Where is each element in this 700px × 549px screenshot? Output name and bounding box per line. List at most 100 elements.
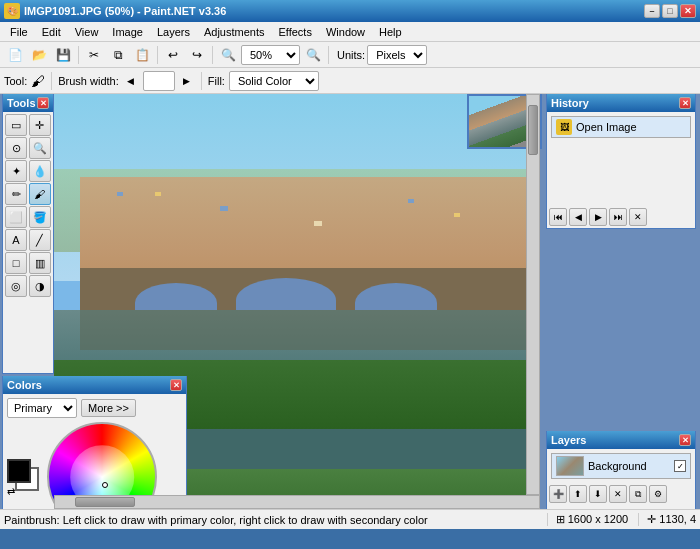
history-nav: ⏮ ◀ ▶ ⏭ ✕	[549, 208, 647, 226]
layers-delete-button[interactable]: ✕	[609, 485, 627, 503]
status-coord-icon: ✛	[647, 513, 656, 525]
history-prev-button[interactable]: ◀	[569, 208, 587, 226]
main-area: Tools ✕ ▭ ✛ ⊙ 🔍 ✦ 💧 ✏ 🖌 ⬜ 🪣 A ╱ □ ▥ ◎ ◑ …	[0, 94, 700, 529]
colors-close-button[interactable]: ✕	[170, 379, 182, 391]
tool-pencil[interactable]: ✏	[5, 183, 27, 205]
layer-thumbnail	[556, 456, 584, 476]
copy-button[interactable]: ⧉	[107, 44, 129, 66]
tool-zoom[interactable]: 🔍	[29, 137, 51, 159]
tools-titlebar[interactable]: Tools ✕	[3, 94, 53, 112]
history-item-icon: 🖼	[556, 119, 572, 135]
tools-title: Tools	[7, 97, 36, 109]
minimize-button[interactable]: –	[644, 4, 660, 18]
history-delete-button[interactable]: ✕	[629, 208, 647, 226]
color-mode-dropdown[interactable]: Primary Secondary	[7, 398, 77, 418]
separator-6	[201, 72, 202, 90]
zoom-out-button[interactable]: 🔍	[217, 44, 239, 66]
status-bar: Paintbrush: Left click to draw with prim…	[0, 509, 700, 529]
layer-visibility-checkbox[interactable]: ✓	[674, 460, 686, 472]
menu-layers[interactable]: Layers	[151, 24, 196, 40]
status-size: ⊞ 1600 x 1200	[547, 513, 629, 526]
vertical-scroll-thumb[interactable]	[528, 105, 538, 155]
tool-select[interactable]: ▭	[5, 114, 27, 136]
history-first-button[interactable]: ⏮	[549, 208, 567, 226]
cut-button[interactable]: ✂	[83, 44, 105, 66]
menu-edit[interactable]: Edit	[36, 24, 67, 40]
history-title: History	[551, 97, 589, 109]
menu-adjustments[interactable]: Adjustments	[198, 24, 271, 40]
tool-shapes[interactable]: □	[5, 252, 27, 274]
menu-image[interactable]: Image	[106, 24, 149, 40]
layers-properties-button[interactable]: ⚙	[649, 485, 667, 503]
separator-4	[328, 46, 329, 64]
separator-1	[78, 46, 79, 64]
layers-content: Background ✓	[547, 449, 695, 483]
tool-label: Tool:	[4, 75, 27, 87]
vertical-scrollbar[interactable]	[526, 94, 540, 495]
horizontal-scroll-thumb[interactable]	[75, 497, 135, 507]
zoom-in-button[interactable]: 🔍	[302, 44, 324, 66]
fill-dropdown[interactable]: Solid Color No Blend Overwrite	[229, 71, 319, 91]
layers-down-button[interactable]: ⬇	[589, 485, 607, 503]
paste-button[interactable]: 📋	[131, 44, 153, 66]
maximize-button[interactable]: □	[662, 4, 678, 18]
separator-3	[212, 46, 213, 64]
tool-lasso[interactable]: ⊙	[5, 137, 27, 159]
horizontal-scrollbar[interactable]	[54, 495, 540, 509]
status-size-value: 1600 x 1200	[568, 513, 629, 525]
tools-close-button[interactable]: ✕	[37, 97, 49, 109]
tool-move[interactable]: ✛	[29, 114, 51, 136]
tool-line[interactable]: ╱	[29, 229, 51, 251]
menu-help[interactable]: Help	[373, 24, 408, 40]
history-item[interactable]: 🖼 Open Image	[551, 116, 691, 138]
layers-duplicate-button[interactable]: ⧉	[629, 485, 647, 503]
zoom-dropdown[interactable]: 50% 100% 200%	[241, 45, 300, 65]
open-button[interactable]: 📂	[28, 44, 50, 66]
brush-size-input[interactable]: 2	[143, 71, 175, 91]
tool-text[interactable]: A	[5, 229, 27, 251]
close-button[interactable]: ✕	[680, 4, 696, 18]
tool-clone[interactable]: ◎	[5, 275, 27, 297]
history-next-button[interactable]: ▶	[589, 208, 607, 226]
tool-recolor[interactable]: ◑	[29, 275, 51, 297]
history-close-button[interactable]: ✕	[679, 97, 691, 109]
menu-file[interactable]: File	[4, 24, 34, 40]
layer-name: Background	[588, 460, 647, 472]
layer-item[interactable]: Background ✓	[551, 453, 691, 479]
layers-up-button[interactable]: ⬆	[569, 485, 587, 503]
tool-eyedropper[interactable]: 💧	[29, 160, 51, 182]
title-bar: 🎨 IMGP1091.JPG (50%) - Paint.NET v3.36 –…	[0, 0, 700, 22]
color-squares[interactable]: ⇄	[7, 459, 43, 495]
primary-color-swatch[interactable]	[7, 459, 31, 483]
separator-2	[157, 46, 158, 64]
units-dropdown[interactable]: Pixels Inches cm	[367, 45, 427, 65]
fill-label: Fill:	[208, 75, 225, 87]
brush-increase-button[interactable]: ▶	[179, 73, 195, 89]
tool-fill[interactable]: 🪣	[29, 206, 51, 228]
history-last-button[interactable]: ⏭	[609, 208, 627, 226]
undo-button[interactable]: ↩	[162, 44, 184, 66]
tool-paintbrush[interactable]: 🖌	[29, 183, 51, 205]
colors-more-button[interactable]: More >>	[81, 399, 136, 417]
history-titlebar[interactable]: History ✕	[547, 94, 695, 112]
menu-effects[interactable]: Effects	[273, 24, 318, 40]
menu-view[interactable]: View	[69, 24, 105, 40]
app-icon: 🎨	[4, 3, 20, 19]
history-content: 🖼 Open Image	[547, 112, 695, 142]
menu-window[interactable]: Window	[320, 24, 371, 40]
tool-gradient[interactable]: ▥	[29, 252, 51, 274]
brush-decrease-button[interactable]: ◀	[123, 73, 139, 89]
save-button[interactable]: 💾	[52, 44, 74, 66]
tool-eraser[interactable]: ⬜	[5, 206, 27, 228]
colors-titlebar[interactable]: Colors ✕	[3, 376, 186, 394]
layers-close-button[interactable]: ✕	[679, 434, 691, 446]
redo-button[interactable]: ↪	[186, 44, 208, 66]
swap-colors-icon[interactable]: ⇄	[7, 486, 15, 497]
new-button[interactable]: 📄	[4, 44, 26, 66]
tool-magic-wand[interactable]: ✦	[5, 160, 27, 182]
toolbar-main: 📄 📂 💾 ✂ ⧉ 📋 ↩ ↪ 🔍 50% 100% 200% 🔍 Units:…	[0, 42, 700, 68]
window-controls: – □ ✕	[644, 4, 696, 18]
layers-titlebar[interactable]: Layers ✕	[547, 431, 695, 449]
layers-add-button[interactable]: ➕	[549, 485, 567, 503]
history-item-label: Open Image	[576, 121, 637, 133]
